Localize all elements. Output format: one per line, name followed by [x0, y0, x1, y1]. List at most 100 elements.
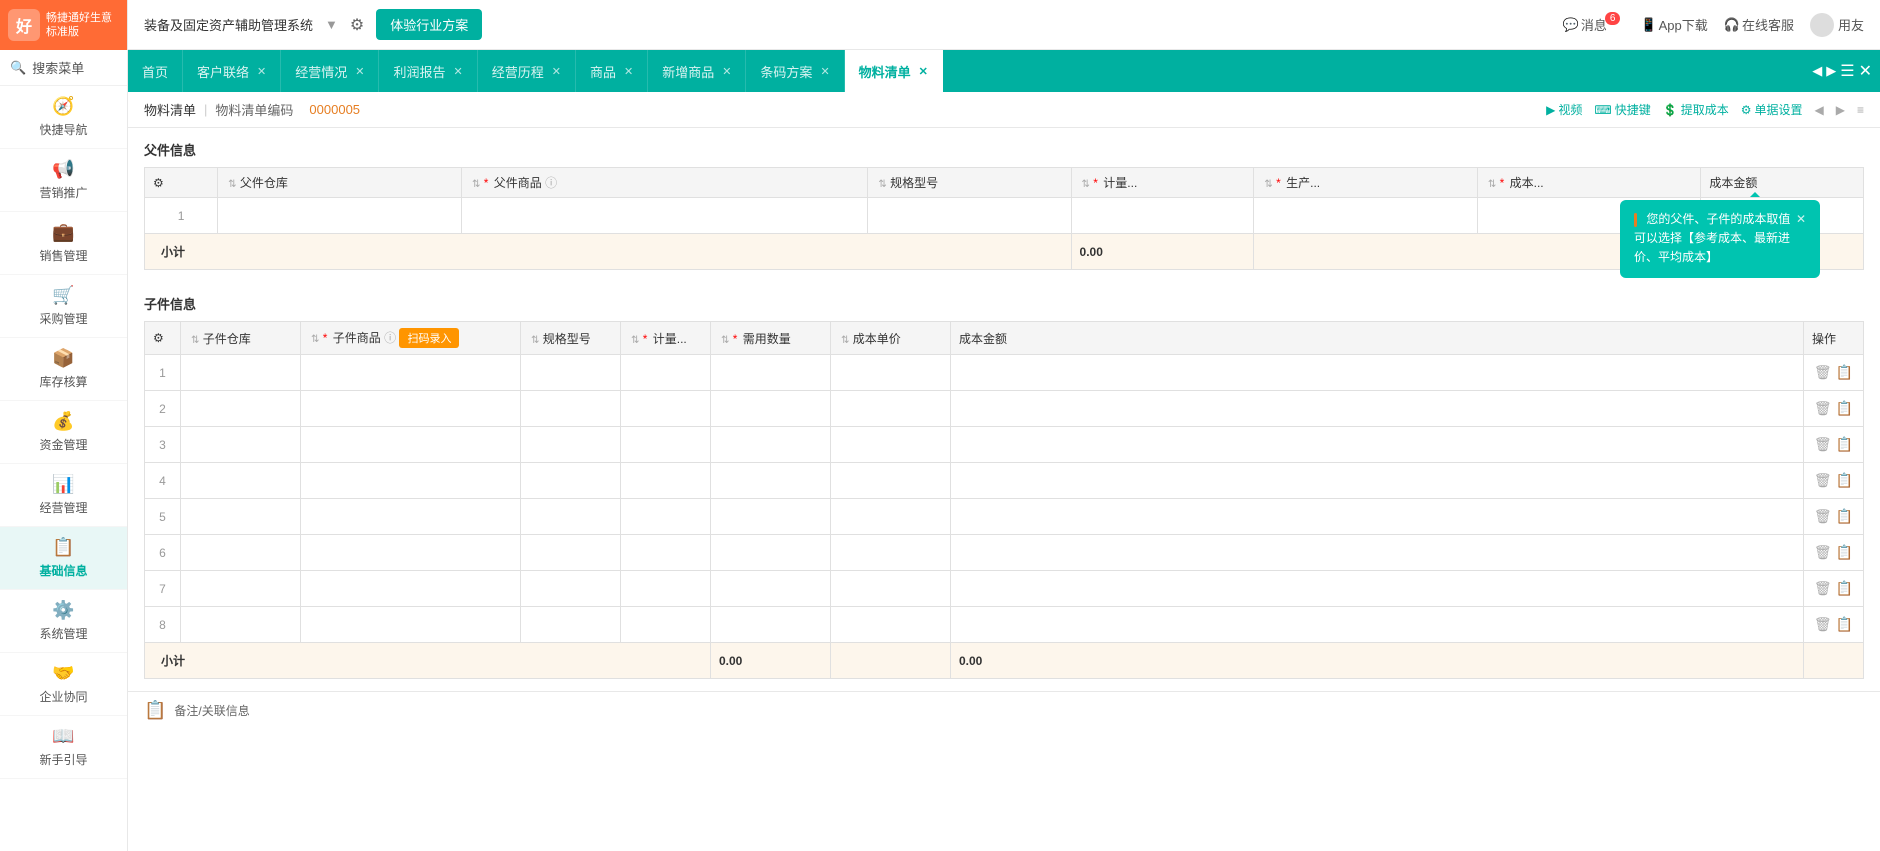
sidebar-item-finance[interactable]: 💰 资金管理 [0, 401, 127, 464]
tab-operation-status[interactable]: 经营情况 ✕ [281, 50, 379, 92]
tab-customer-close[interactable]: ✕ [257, 65, 266, 78]
parent-goods-cell[interactable] [461, 198, 867, 234]
child-row-3-warehouse[interactable] [181, 427, 301, 463]
child-row-7-spec[interactable] [521, 571, 621, 607]
child-row-2-goods[interactable] [301, 391, 521, 427]
tab-barcode-plan[interactable]: 条码方案 ✕ [746, 50, 844, 92]
trial-button[interactable]: 体验行业方案 [376, 9, 482, 40]
child-row-3-quantity[interactable] [711, 427, 831, 463]
delete-icon[interactable]: 🗑 [1814, 544, 1832, 561]
action-video[interactable]: ▶ 视频 [1546, 101, 1582, 118]
sidebar-item-inventory[interactable]: 📦 库存核算 [0, 338, 127, 401]
child-row-8-unit[interactable] [621, 607, 711, 643]
tab-close-all-icon[interactable]: ✕ [1859, 61, 1872, 81]
child-col-quantity[interactable]: ⇅ * 需用数量 [711, 322, 831, 355]
sidebar-item-sales[interactable]: 💼 销售管理 [0, 212, 127, 275]
delete-icon[interactable]: 🗑 [1814, 508, 1832, 525]
tab-operation-history-close[interactable]: ✕ [552, 65, 561, 78]
nav-next-icon[interactable]: ▶ [1836, 103, 1845, 117]
child-row-3-unit-cost[interactable] [831, 427, 951, 463]
tab-bom-list[interactable]: 物料清单 ✕ [845, 50, 943, 92]
child-row-3-spec[interactable] [521, 427, 621, 463]
nav-prev-icon[interactable]: ◀ [1815, 103, 1824, 117]
tab-bom-list-close[interactable]: ✕ [919, 65, 928, 78]
dropdown-arrow-icon[interactable]: ▼ [325, 17, 338, 32]
gear-settings-icon[interactable]: ⚙ [350, 15, 364, 35]
child-row-5-goods[interactable] [301, 499, 521, 535]
copy-icon[interactable]: 📋 [1836, 508, 1853, 525]
tab-profit-report[interactable]: 利润报告 ✕ [379, 50, 477, 92]
tab-profit-report-close[interactable]: ✕ [454, 65, 463, 78]
child-row-2-unit[interactable] [621, 391, 711, 427]
parent-col-warehouse[interactable]: ⇅ 父件仓库 [218, 168, 462, 198]
child-row-5-warehouse[interactable] [181, 499, 301, 535]
parent-col-goods[interactable]: ⇅ * 父件商品 ⓘ [461, 168, 867, 198]
child-row-4-spec[interactable] [521, 463, 621, 499]
child-row-1-quantity[interactable] [711, 355, 831, 391]
sidebar-item-operation[interactable]: 📊 经营管理 [0, 464, 127, 527]
child-row-6-warehouse[interactable] [181, 535, 301, 571]
online-service[interactable]: 🎧 在线客服 [1724, 15, 1794, 34]
child-row-4-unit-cost[interactable] [831, 463, 951, 499]
parent-production-cell[interactable] [1254, 198, 1478, 234]
child-row-8-spec[interactable] [521, 607, 621, 643]
child-col-goods[interactable]: ⇅ * 子件商品 ⓘ 扫码录入 [301, 322, 521, 355]
child-row-6-goods[interactable] [301, 535, 521, 571]
child-col-settings[interactable]: ⚙ [145, 322, 181, 355]
delete-icon[interactable]: 🗑 [1814, 580, 1832, 597]
child-row-4-unit[interactable] [621, 463, 711, 499]
child-row-2-warehouse[interactable] [181, 391, 301, 427]
child-row-5-unit[interactable] [621, 499, 711, 535]
child-row-5-spec[interactable] [521, 499, 621, 535]
child-row-4-quantity[interactable] [711, 463, 831, 499]
scan-button[interactable]: 扫码录入 [399, 328, 459, 348]
child-row-3-unit[interactable] [621, 427, 711, 463]
child-row-7-unit[interactable] [621, 571, 711, 607]
child-col-spec[interactable]: ⇅ 规格型号 [521, 322, 621, 355]
child-row-8-unit-cost[interactable] [831, 607, 951, 643]
child-row-6-unit[interactable] [621, 535, 711, 571]
user-area[interactable]: 用友 [1810, 13, 1864, 37]
tab-operation-status-close[interactable]: ✕ [355, 65, 364, 78]
copy-icon[interactable]: 📋 [1836, 616, 1853, 633]
copy-icon[interactable]: 📋 [1836, 472, 1853, 489]
sidebar-item-guide[interactable]: 📖 新手引导 [0, 716, 127, 779]
tab-next-icon[interactable]: ▶ [1826, 63, 1836, 79]
child-row-8-warehouse[interactable] [181, 607, 301, 643]
delete-icon[interactable]: 🗑 [1814, 472, 1832, 489]
parent-unit-cell[interactable] [1071, 198, 1254, 234]
parent-col-production[interactable]: ⇅ * 生产... [1254, 168, 1478, 198]
tooltip-close-icon[interactable]: ✕ [1796, 210, 1806, 229]
child-row-6-spec[interactable] [521, 535, 621, 571]
sidebar-search[interactable]: 🔍 搜索菜单 [0, 50, 127, 86]
tab-menu-icon[interactable]: ☰ [1840, 61, 1854, 81]
delete-icon[interactable]: 🗑 [1814, 364, 1832, 381]
delete-icon[interactable]: 🗑 [1814, 400, 1832, 417]
child-row-1-unit[interactable] [621, 355, 711, 391]
child-row-7-quantity[interactable] [711, 571, 831, 607]
copy-icon[interactable]: 📋 [1836, 544, 1853, 561]
child-row-8-quantity[interactable] [711, 607, 831, 643]
child-row-2-spec[interactable] [521, 391, 621, 427]
action-shortcut[interactable]: ⌨ 快捷键 [1594, 101, 1650, 118]
tab-new-goods-close[interactable]: ✕ [722, 65, 731, 78]
tab-home[interactable]: 首页 [128, 50, 183, 92]
child-row-1-goods[interactable] [301, 355, 521, 391]
sidebar-item-marketing[interactable]: 📢 营销推广 [0, 149, 127, 212]
delete-icon[interactable]: 🗑 [1814, 436, 1832, 453]
parent-spec-cell[interactable] [868, 198, 1071, 234]
child-col-unit-cost[interactable]: ⇅ 成本单价 [831, 322, 951, 355]
copy-icon[interactable]: 📋 [1836, 580, 1853, 597]
child-row-1-warehouse[interactable] [181, 355, 301, 391]
parent-col-unit[interactable]: ⇅ * 计量... [1071, 168, 1254, 198]
sidebar-item-basic-info[interactable]: 📋 基础信息 [0, 527, 127, 590]
tab-new-goods[interactable]: 新增商品 ✕ [648, 50, 746, 92]
child-row-7-unit-cost[interactable] [831, 571, 951, 607]
action-cost[interactable]: 💲 提取成本 [1663, 101, 1729, 118]
tab-goods[interactable]: 商品 ✕ [576, 50, 648, 92]
delete-icon[interactable]: 🗑 [1814, 616, 1832, 633]
tab-customer[interactable]: 客户联络 ✕ [183, 50, 281, 92]
app-download[interactable]: 📱 App下载 [1640, 15, 1707, 34]
child-row-2-quantity[interactable] [711, 391, 831, 427]
list-view-icon[interactable]: ≡ [1857, 103, 1864, 117]
